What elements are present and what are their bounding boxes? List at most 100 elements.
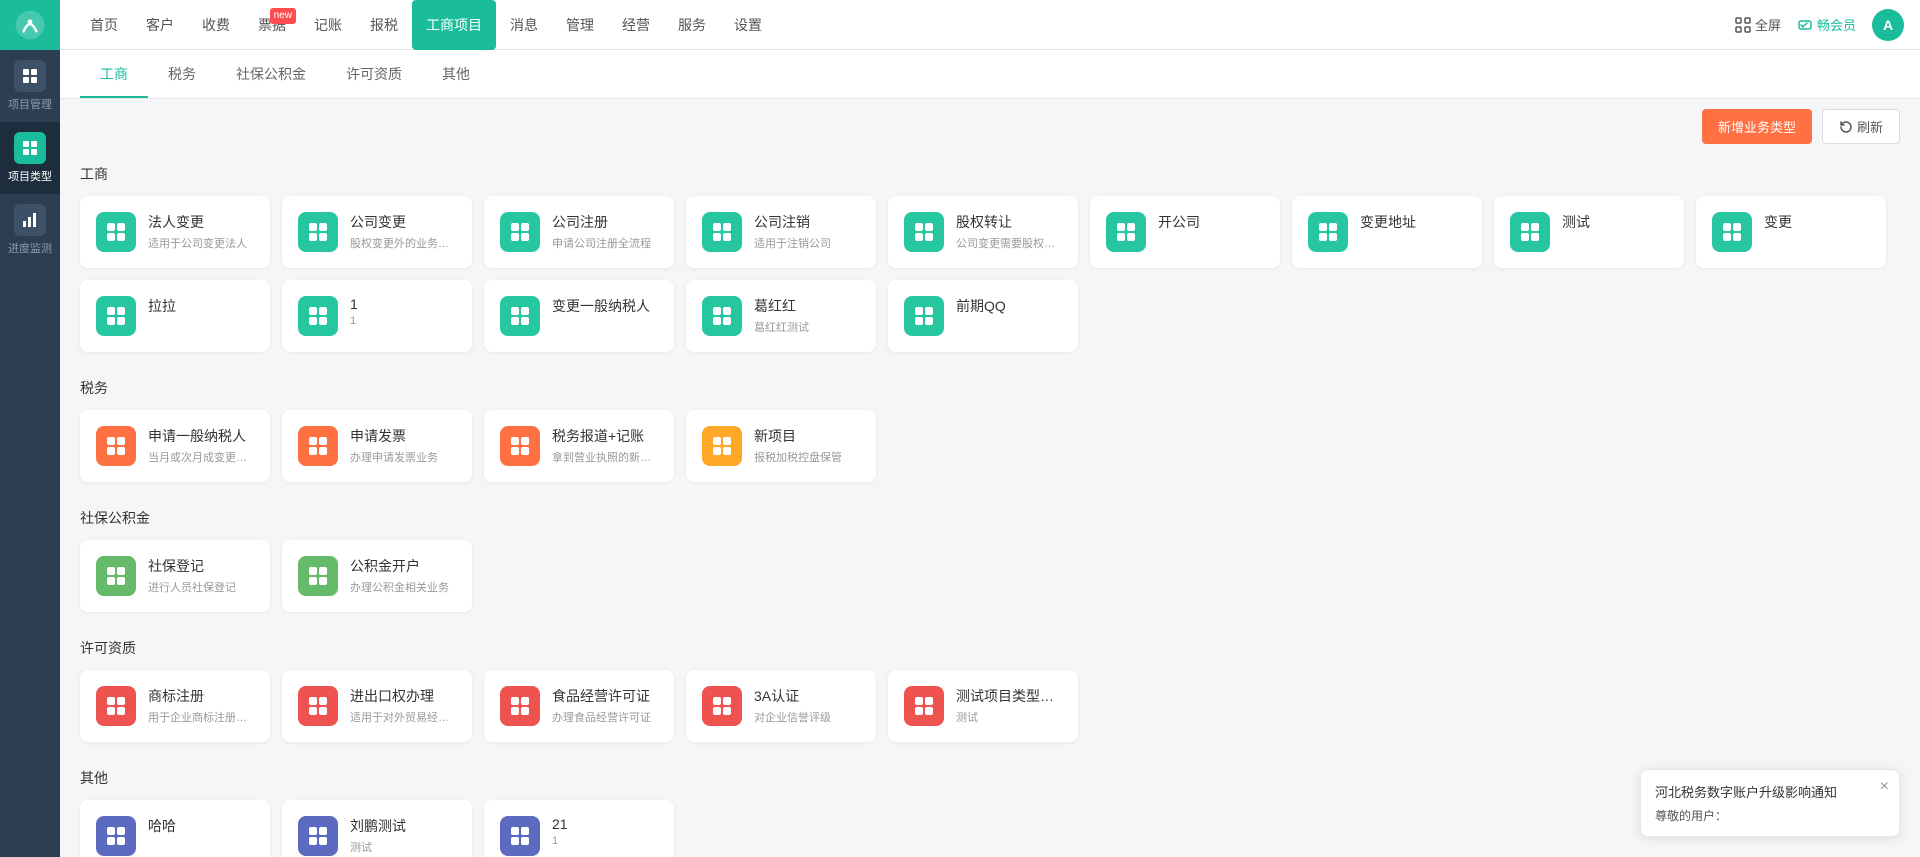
refresh-icon bbox=[1839, 120, 1853, 134]
card-company-cancel[interactable]: 公司注销 适用于注销公司 bbox=[686, 196, 876, 268]
add-type-button[interactable]: 新增业务类型 bbox=[1702, 109, 1812, 144]
card-icon bbox=[702, 426, 742, 466]
card-trademark[interactable]: 商标注册 用于企业商标注册服务 bbox=[80, 670, 270, 742]
topnav-message[interactable]: 消息 bbox=[496, 0, 552, 50]
card-equity-transfer[interactable]: 股权转让 公司变更需要股权转让 bbox=[888, 196, 1078, 268]
card-company-change[interactable]: 公司变更 股权变更外的业务变更 bbox=[282, 196, 472, 268]
card-name: 变更 bbox=[1764, 212, 1870, 232]
notification-box: × 河北税务数字账户升级影响通知 尊敬的用户： bbox=[1640, 769, 1900, 837]
topnav-ticket[interactable]: 票据 new bbox=[244, 0, 300, 50]
fullscreen-icon bbox=[1735, 17, 1751, 33]
card-3a-cert[interactable]: 3A认证 对企业信誉评级 bbox=[686, 670, 876, 742]
card-liupeng-test[interactable]: 刘鹏测试 测试 bbox=[282, 800, 472, 857]
gongshang-title: 工商 bbox=[80, 164, 1900, 184]
topnav-accounting[interactable]: 记账 bbox=[300, 0, 356, 50]
card-info: 税务报道+记账 拿到营业执照的新公司 bbox=[552, 426, 658, 465]
card-icon bbox=[298, 212, 338, 252]
card-icon bbox=[298, 296, 338, 336]
card-info: 公积金开户 办理公积金相关业务 bbox=[350, 556, 456, 595]
topnav-tax[interactable]: 报税 bbox=[356, 0, 412, 50]
card-change-address[interactable]: 变更地址 bbox=[1292, 196, 1482, 268]
topnav-settings[interactable]: 设置 bbox=[720, 0, 776, 50]
sidebar-item-progress-monitor[interactable]: 进度监测 bbox=[0, 194, 60, 266]
card-haha[interactable]: 哈哈 bbox=[80, 800, 270, 857]
card-apply-invoice[interactable]: 申请发票 办理申请发票业务 bbox=[282, 410, 472, 482]
topnav-management[interactable]: 管理 bbox=[552, 0, 608, 50]
card-info: 变更一般纳税人 bbox=[552, 296, 658, 316]
tab-shebao[interactable]: 社保公积金 bbox=[216, 50, 326, 98]
sidebar-item-project-type[interactable]: 项目类型 bbox=[0, 122, 60, 194]
avatar[interactable]: A bbox=[1872, 9, 1904, 41]
card-apply-taxpayer[interactable]: 申请一般纳税人 当月或次月成变更完成 bbox=[80, 410, 270, 482]
card-icon bbox=[702, 686, 742, 726]
refresh-button[interactable]: 刷新 bbox=[1822, 109, 1900, 144]
card-name: 公积金开户 bbox=[350, 556, 456, 576]
card-name: 申请一般纳税人 bbox=[148, 426, 254, 446]
tab-shuiwu[interactable]: 税务 bbox=[148, 50, 216, 98]
card-info: 测试 bbox=[1562, 212, 1668, 232]
topnav-service[interactable]: 服务 bbox=[664, 0, 720, 50]
card-icon bbox=[96, 686, 136, 726]
card-icon bbox=[904, 296, 944, 336]
other-title: 其他 bbox=[80, 768, 1900, 788]
gongshang-cards: 法人变更 适用于公司变更法人 公司变更 股权变更外的业务变更 公司注册 申请公司… bbox=[80, 196, 1900, 352]
card-desc: 进行人员社保登记 bbox=[148, 579, 254, 595]
card-test[interactable]: 测试 bbox=[1494, 196, 1684, 268]
card-lala[interactable]: 拉拉 bbox=[80, 280, 270, 352]
card-desc: 办理公积金相关业务 bbox=[350, 579, 456, 595]
fullscreen-btn[interactable]: 全屏 bbox=[1735, 15, 1781, 34]
sidebar-logo[interactable] bbox=[0, 0, 60, 50]
card-company-reg[interactable]: 公司注册 申请公司注册全流程 bbox=[484, 196, 674, 268]
card-desc: 1 bbox=[350, 315, 456, 327]
notification-close[interactable]: × bbox=[1880, 778, 1889, 796]
card-desc: 测试 bbox=[956, 709, 1062, 725]
tab-other[interactable]: 其他 bbox=[422, 50, 490, 98]
card-info: 公司变更 股权变更外的业务变更 bbox=[350, 212, 456, 251]
card-test-type[interactable]: 测试项目类型目定义 测试 bbox=[888, 670, 1078, 742]
section-shebao: 社保公积金 社保登记 进行人员社保登记 公积金开户 办理公积金相关业务 bbox=[60, 498, 1920, 612]
tab-gongshang[interactable]: 工商 bbox=[80, 50, 148, 98]
card-info: 进出口权办理 适用于对外贸易经营者 bbox=[350, 686, 456, 725]
card-name: 哈哈 bbox=[148, 816, 254, 836]
card-name: 葛红红 bbox=[754, 296, 860, 316]
card-info: 社保登记 进行人员社保登记 bbox=[148, 556, 254, 595]
other-cards: 哈哈 刘鹏测试 测试 21 1 bbox=[80, 800, 1900, 857]
card-shebao-reg[interactable]: 社保登记 进行人员社保登记 bbox=[80, 540, 270, 612]
card-info: 开公司 bbox=[1158, 212, 1264, 232]
card-icon bbox=[500, 816, 540, 856]
shuiwu-cards: 申请一般纳税人 当月或次月成变更完成 申请发票 办理申请发票业务 税务报道+记账… bbox=[80, 410, 1900, 482]
card-food-license[interactable]: 食品经营许可证 办理食品经营许可证 bbox=[484, 670, 674, 742]
card-icon bbox=[298, 816, 338, 856]
topnav-customer[interactable]: 客户 bbox=[132, 0, 188, 50]
tabs-bar: 工商 税务 社保公积金 许可资质 其他 bbox=[60, 50, 1920, 99]
card-name: 刘鹏测试 bbox=[350, 816, 456, 836]
card-info: 拉拉 bbox=[148, 296, 254, 316]
card-name: 前期QQ bbox=[956, 296, 1062, 316]
topnav-operation[interactable]: 经营 bbox=[608, 0, 664, 50]
tab-xuke[interactable]: 许可资质 bbox=[326, 50, 422, 98]
card-new-project[interactable]: 新项目 报税加税控盘保管 bbox=[686, 410, 876, 482]
card-mohonghong[interactable]: 葛红红 葛红红测试 bbox=[686, 280, 876, 352]
xuke-cards: 商标注册 用于企业商标注册服务 进出口权办理 适用于对外贸易经营者 食品经营许可… bbox=[80, 670, 1900, 742]
card-legal-change[interactable]: 法人变更 适用于公司变更法人 bbox=[80, 196, 270, 268]
card-one[interactable]: 1 1 bbox=[282, 280, 472, 352]
card-name: 1 bbox=[350, 296, 456, 312]
card-icon bbox=[1106, 212, 1146, 252]
topnav-home[interactable]: 首页 bbox=[76, 0, 132, 50]
card-change-taxpayer[interactable]: 变更一般纳税人 bbox=[484, 280, 674, 352]
card-icon bbox=[96, 426, 136, 466]
vip-btn[interactable]: 畅会员 bbox=[1797, 15, 1856, 34]
card-icon bbox=[96, 816, 136, 856]
card-early-qq[interactable]: 前期QQ bbox=[888, 280, 1078, 352]
sidebar-item-project-manage[interactable]: 项目管理 bbox=[0, 50, 60, 122]
topnav-billing[interactable]: 收费 bbox=[188, 0, 244, 50]
new-badge: new bbox=[270, 8, 296, 24]
card-change[interactable]: 变更 bbox=[1696, 196, 1886, 268]
card-open-company[interactable]: 开公司 bbox=[1090, 196, 1280, 268]
card-import-export[interactable]: 进出口权办理 适用于对外贸易经营者 bbox=[282, 670, 472, 742]
card-gongjijin[interactable]: 公积金开户 办理公积金相关业务 bbox=[282, 540, 472, 612]
card-tax-report[interactable]: 税务报道+记账 拿到营业执照的新公司 bbox=[484, 410, 674, 482]
card-twenty-one[interactable]: 21 1 bbox=[484, 800, 674, 857]
topnav-biz[interactable]: 工商项目 bbox=[412, 0, 496, 50]
card-desc: 当月或次月成变更完成 bbox=[148, 449, 254, 465]
